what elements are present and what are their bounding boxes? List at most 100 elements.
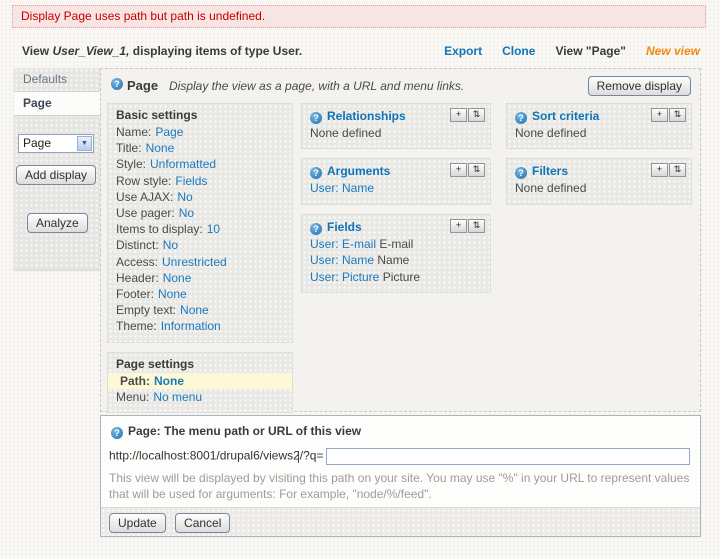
setting-row-access: Access: Unrestricted	[116, 254, 227, 269]
path-input[interactable]	[326, 448, 691, 465]
tab-defaults[interactable]: Defaults	[14, 68, 100, 92]
display-type-select-value: Page	[23, 136, 52, 150]
setting-value-row-style[interactable]: Fields	[175, 174, 207, 188]
export-link[interactable]: Export	[444, 44, 482, 58]
setting-value-name[interactable]: Page	[155, 125, 183, 139]
filters-title[interactable]: Filters	[532, 164, 568, 178]
field-link-name[interactable]: User: Name	[310, 253, 374, 267]
analyze-button[interactable]: Analyze	[27, 213, 88, 233]
setting-value-use-pager[interactable]: No	[179, 206, 194, 220]
chevron-down-icon[interactable]: ▼	[77, 136, 92, 151]
setting-row-items: Items to display: 10	[116, 222, 221, 237]
help-icon[interactable]: ?	[310, 112, 322, 124]
setting-value-menu[interactable]: No menu	[153, 390, 202, 404]
right-column: + ⇅ ? Sort criteria None defined + ⇅ ? Filte…	[506, 103, 692, 214]
add-icon[interactable]: +	[450, 218, 467, 233]
setting-row-menu: Menu: No menu	[116, 389, 203, 404]
filters-empty: None defined	[515, 181, 587, 196]
update-button[interactable]: Update	[109, 513, 166, 533]
error-message: Display Page uses path but path is undef…	[12, 5, 706, 28]
view-page-link[interactable]: View "Page"	[555, 44, 626, 58]
help-icon[interactable]: ?	[310, 222, 322, 235]
arguments-section: + ⇅ ? Arguments User: Name	[301, 158, 491, 205]
middle-column: + ⇅ ? Relationships None defined + ⇅ ? Argum…	[301, 103, 491, 302]
help-icon[interactable]: ?	[111, 78, 123, 90]
add-icon[interactable]: +	[450, 108, 467, 122]
field-link-picture[interactable]: User: Picture	[310, 270, 379, 284]
add-display-button[interactable]: Add display	[16, 165, 97, 185]
setting-value-theme[interactable]: Information	[161, 319, 221, 333]
setting-row-title: Title: None	[116, 141, 175, 156]
settings-column: Basic settings Name: Page Title: None Styl…	[107, 103, 293, 422]
text-caret	[298, 451, 299, 463]
display-title: Page	[127, 78, 159, 93]
setting-row-header: Header: None	[116, 270, 192, 285]
setting-value-footer[interactable]: None	[158, 287, 187, 301]
rearrange-icon[interactable]: ⇅	[669, 108, 686, 122]
field-link-email[interactable]: User: E-mail	[310, 237, 376, 251]
relationships-ops: + ⇅	[449, 108, 485, 122]
view-title-prefix: View	[22, 44, 50, 58]
display-panel-header: ? Page Display the view as a page, with …	[101, 69, 700, 99]
setting-row-path: Path: None	[108, 372, 292, 389]
relationships-empty: None defined	[310, 126, 382, 140]
path-help-text: This view will be displayed by visiting …	[109, 471, 690, 501]
arguments-title[interactable]: Arguments	[327, 164, 390, 178]
help-icon[interactable]: ?	[515, 112, 527, 124]
cancel-button[interactable]: Cancel	[175, 513, 231, 533]
relationships-section: + ⇅ ? Relationships None defined	[301, 103, 491, 150]
arguments-ops: + ⇅	[449, 163, 485, 178]
fields-section: + ⇅ ? Fields User: E-mail E-mail User: Nam…	[301, 213, 491, 294]
rearrange-icon[interactable]: ⇅	[468, 163, 485, 178]
sort-criteria-ops: + ⇅	[650, 108, 686, 122]
setting-value-header[interactable]: None	[163, 271, 192, 285]
rearrange-icon[interactable]: ⇅	[669, 163, 686, 178]
rearrange-icon[interactable]: ⇅	[468, 218, 485, 233]
setting-value-style[interactable]: Unformatted	[150, 157, 216, 171]
setting-value-items[interactable]: 10	[207, 222, 220, 236]
help-icon[interactable]: ?	[111, 427, 123, 439]
relationships-title[interactable]: Relationships	[327, 109, 406, 123]
tab-page[interactable]: Page	[14, 92, 100, 116]
help-icon[interactable]: ?	[310, 167, 322, 180]
rearrange-icon[interactable]: ⇅	[468, 108, 485, 122]
add-icon[interactable]: +	[450, 163, 467, 178]
setting-value-path[interactable]: None	[154, 374, 184, 388]
field-item: User: E-mail E-mail	[310, 236, 414, 251]
help-icon[interactable]: ?	[515, 167, 527, 180]
view-header: View User_View_1, displaying items of ty…	[12, 41, 700, 61]
clone-link[interactable]: Clone	[502, 44, 535, 58]
setting-value-access[interactable]: Unrestricted	[162, 255, 227, 269]
basic-settings-heading: Basic settings	[116, 108, 198, 122]
setting-value-empty-text[interactable]: None	[180, 303, 209, 317]
view-title: View User_View_1, displaying items of ty…	[22, 44, 424, 58]
setting-row-style: Style: Unformatted	[116, 157, 217, 172]
basic-settings-box: Basic settings Name: Page Title: None Styl…	[107, 103, 293, 343]
setting-value-distinct[interactable]: No	[163, 238, 178, 252]
url-prefix: http://localhost:8001/drupal6/views2/?q=	[109, 448, 324, 463]
argument-link[interactable]: User: Name	[310, 181, 374, 195]
setting-row-theme: Theme: Information	[116, 319, 221, 334]
new-view-link[interactable]: New view	[646, 44, 700, 58]
fields-title[interactable]: Fields	[327, 220, 362, 234]
setting-row-use-pager: Use pager: No	[116, 206, 195, 221]
display-sidebar: Defaults Page Page ▼ Add display Analyze	[14, 68, 100, 269]
view-name: User_View_1,	[52, 44, 130, 58]
setting-row-name: Name: Page	[116, 125, 184, 139]
setting-value-use-ajax[interactable]: No	[177, 190, 192, 204]
form-actions: Update Cancel	[101, 507, 700, 536]
remove-display-button[interactable]: Remove display	[587, 76, 691, 96]
argument-item: User: Name	[310, 180, 482, 196]
sort-criteria-title[interactable]: Sort criteria	[532, 109, 599, 123]
add-icon[interactable]: +	[651, 108, 668, 122]
setting-row-empty-text: Empty text: None	[116, 303, 209, 318]
add-icon[interactable]: +	[651, 163, 668, 178]
setting-row-distinct: Distinct: No	[116, 238, 179, 253]
path-form-panel: ? Page: The menu path or URL of this view…	[100, 415, 701, 537]
setting-row-use-ajax: Use AJAX: No	[116, 189, 193, 204]
field-item: User: Name Name	[310, 253, 410, 268]
display-type-select[interactable]: Page ▼	[18, 134, 94, 153]
filters-ops: + ⇅	[650, 163, 686, 178]
path-url-row: http://localhost:8001/drupal6/views2/?q=	[109, 448, 700, 465]
setting-value-title[interactable]: None	[146, 141, 175, 155]
